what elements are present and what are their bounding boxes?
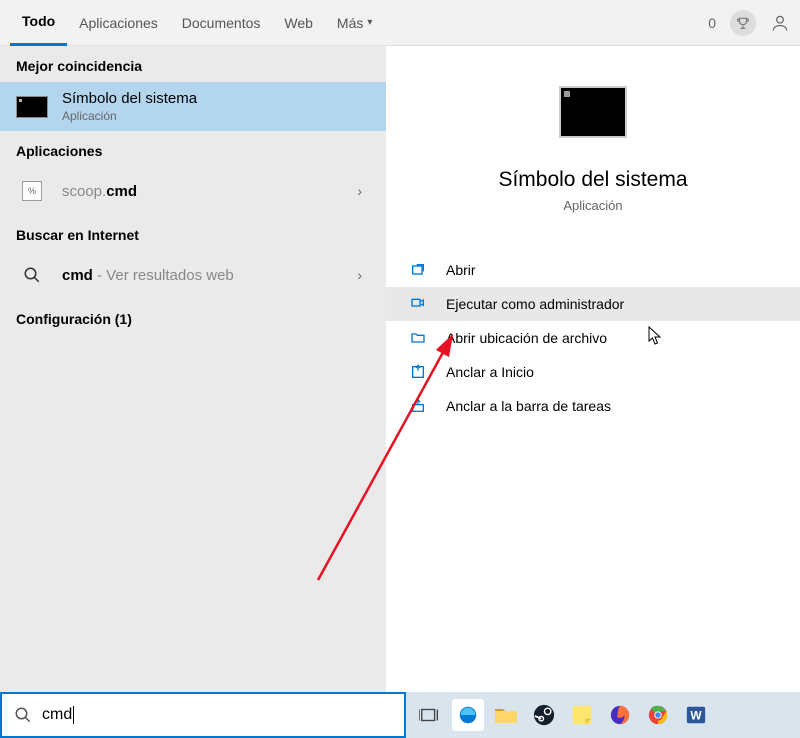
best-match-header: Mejor coincidencia [0,46,386,82]
firefox-icon[interactable] [604,699,636,731]
action-pin-start[interactable]: Anclar a Inicio [386,355,800,389]
best-match-sub: Aplicación [62,109,370,123]
sticky-notes-icon[interactable] [566,699,598,731]
action-open-label: Abrir [446,262,476,278]
action-pin-taskbar-label: Anclar a la barra de tareas [446,398,611,414]
chrome-icon[interactable] [642,699,674,731]
pin-taskbar-icon [410,398,428,414]
search-icon [14,706,32,724]
preview-panel: Símbolo del sistema Aplicación Abrir Eje… [386,46,800,692]
search-tabs: Todo Aplicaciones Documentos Web Más▾ 0 [0,0,800,46]
steam-icon[interactable] [528,699,560,731]
text-cursor [73,706,74,724]
chevron-right-icon: › [357,267,370,283]
action-open[interactable]: Abrir [386,253,800,287]
search-input[interactable]: cmd [42,706,72,724]
tab-todo[interactable]: Todo [10,0,67,46]
config-header[interactable]: Configuración (1) [0,299,386,335]
pin-start-icon [410,364,428,380]
internet-header: Buscar en Internet [0,215,386,251]
internet-result-title: cmd - Ver resultados web [62,267,357,284]
shield-icon [410,296,428,312]
action-pin-taskbar[interactable]: Anclar a la barra de tareas [386,389,800,423]
open-icon [410,262,428,278]
search-icon [16,264,48,286]
tab-mas[interactable]: Más▾ [325,0,384,46]
edge-browser-icon[interactable] [452,699,484,731]
tab-aplicaciones[interactable]: Aplicaciones [67,0,170,46]
action-open-location-label: Abrir ubicación de archivo [446,330,607,346]
taskview-icon[interactable] [414,699,446,731]
chevron-down-icon: ▾ [367,17,372,28]
action-pin-start-label: Anclar a Inicio [446,364,534,380]
apps-header: Aplicaciones [0,131,386,167]
file-explorer-icon[interactable] [490,699,522,731]
results-panel: Mejor coincidencia Símbolo del sistema A… [0,46,386,692]
svg-text:W: W [690,709,702,723]
preview-cmd-icon [559,86,627,138]
app-result-item[interactable]: % scoop.cmd › [0,167,386,215]
internet-result-item[interactable]: cmd - Ver resultados web › [0,251,386,299]
tab-documentos[interactable]: Documentos [170,0,273,46]
action-open-location[interactable]: Abrir ubicación de archivo [386,321,800,355]
action-run-admin[interactable]: Ejecutar como administrador [386,287,800,321]
best-match-item[interactable]: Símbolo del sistema Aplicación [0,82,386,131]
script-file-icon: % [22,181,42,201]
folder-icon [410,330,428,346]
user-icon[interactable] [770,13,790,33]
taskbar: W [406,692,800,738]
chevron-right-icon: › [357,183,370,199]
rewards-points: 0 [708,15,716,31]
app-result-title: scoop.cmd [62,183,357,200]
cmd-icon [16,96,48,118]
tab-web[interactable]: Web [272,0,325,46]
best-match-title: Símbolo del sistema [62,90,370,107]
search-bar[interactable]: cmd [0,692,406,738]
preview-sub: Aplicación [386,198,800,213]
action-list: Abrir Ejecutar como administrador Abrir … [386,253,800,423]
word-icon[interactable]: W [680,699,712,731]
action-run-admin-label: Ejecutar como administrador [446,296,624,312]
preview-title: Símbolo del sistema [386,168,800,192]
trophy-icon[interactable] [730,10,756,36]
